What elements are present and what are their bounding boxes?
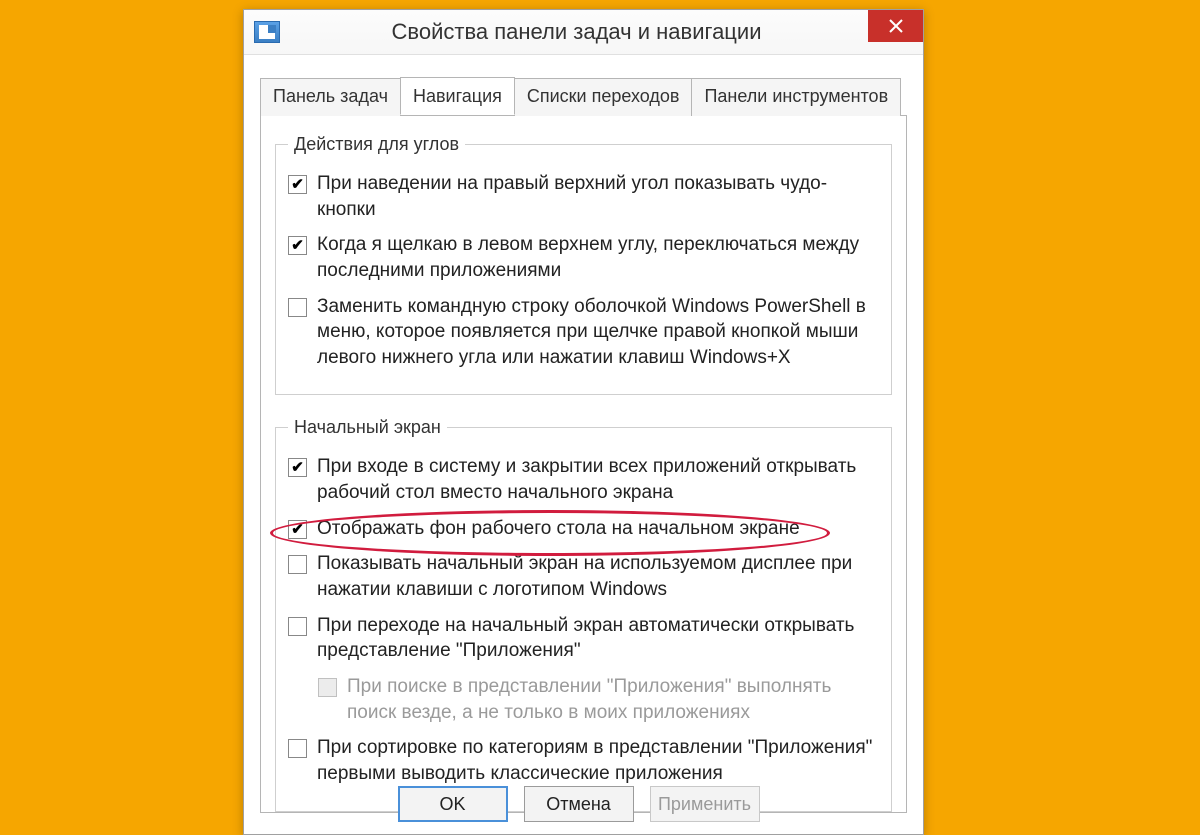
- taskbar-properties-dialog: Свойства панели задач и навигации Панель…: [243, 9, 924, 835]
- tab-toolbars[interactable]: Панели инструментов: [691, 78, 901, 116]
- checkbox-start-apps-view[interactable]: [288, 617, 307, 636]
- group-start-legend: Начальный экран: [288, 417, 447, 438]
- label-corner-charms: При наведении на правый верхний угол пок…: [317, 171, 879, 222]
- checkbox-start-sort-classic-first[interactable]: [288, 739, 307, 758]
- opt-start-apps-view: При переходе на начальный экран автомати…: [288, 613, 879, 664]
- label-start-search-everywhere: При поиске в представлении "Приложения" …: [347, 674, 879, 725]
- tab-strip: Панель задач Навигация Списки переходов …: [260, 77, 923, 115]
- checkbox-start-desktop-on-login[interactable]: [288, 458, 307, 477]
- checkbox-start-search-everywhere: [318, 678, 337, 697]
- checkbox-corner-powershell[interactable]: [288, 298, 307, 317]
- apply-button: Применить: [650, 786, 760, 822]
- opt-corner-charms: При наведении на правый верхний угол пок…: [288, 171, 879, 222]
- opt-start-on-current-display: Показывать начальный экран на используем…: [288, 551, 879, 602]
- checkbox-start-desktop-background[interactable]: [288, 520, 307, 539]
- opt-start-desktop-on-login: При входе в систему и закрытии всех прил…: [288, 454, 879, 505]
- label-start-apps-view: При переходе на начальный экран автомати…: [317, 613, 879, 664]
- opt-start-desktop-background: Отображать фон рабочего стола на начальн…: [288, 516, 879, 542]
- opt-corner-recent-apps: Когда я щелкаю в левом верхнем углу, пер…: [288, 232, 879, 283]
- group-corner-legend: Действия для углов: [288, 134, 465, 155]
- titlebar: Свойства панели задач и навигации: [244, 10, 923, 55]
- label-corner-recent-apps: Когда я щелкаю в левом верхнем углу, пер…: [317, 232, 879, 283]
- close-icon: [889, 19, 903, 33]
- opt-corner-powershell: Заменить командную строку оболочкой Wind…: [288, 294, 879, 371]
- label-start-desktop-on-login: При входе в систему и закрытии всех прил…: [317, 454, 879, 505]
- tab-panel-navigation: Действия для углов При наведении на прав…: [260, 115, 907, 813]
- opt-start-sort-classic-first: При сортировке по категориям в представл…: [288, 735, 879, 786]
- group-start-screen: Начальный экран При входе в систему и за…: [275, 417, 892, 811]
- window-system-icon: [254, 21, 280, 43]
- ok-button[interactable]: OK: [398, 786, 508, 822]
- close-button[interactable]: [868, 10, 923, 42]
- dialog-button-row: OK Отмена Применить: [244, 786, 923, 822]
- tab-jumplists[interactable]: Списки переходов: [514, 78, 693, 116]
- window-title: Свойства панели задач и навигации: [280, 19, 923, 45]
- label-start-sort-classic-first: При сортировке по категориям в представл…: [317, 735, 879, 786]
- tab-taskbar[interactable]: Панель задач: [260, 78, 401, 116]
- label-start-desktop-background: Отображать фон рабочего стола на начальн…: [317, 516, 800, 542]
- cancel-button[interactable]: Отмена: [524, 786, 634, 822]
- group-corner-actions: Действия для углов При наведении на прав…: [275, 134, 892, 395]
- opt-start-search-everywhere: При поиске в представлении "Приложения" …: [318, 674, 879, 725]
- checkbox-start-on-current-display[interactable]: [288, 555, 307, 574]
- label-corner-powershell: Заменить командную строку оболочкой Wind…: [317, 294, 879, 371]
- tab-navigation[interactable]: Навигация: [400, 77, 515, 115]
- checkbox-corner-charms[interactable]: [288, 175, 307, 194]
- checkbox-corner-recent-apps[interactable]: [288, 236, 307, 255]
- label-start-on-current-display: Показывать начальный экран на используем…: [317, 551, 879, 602]
